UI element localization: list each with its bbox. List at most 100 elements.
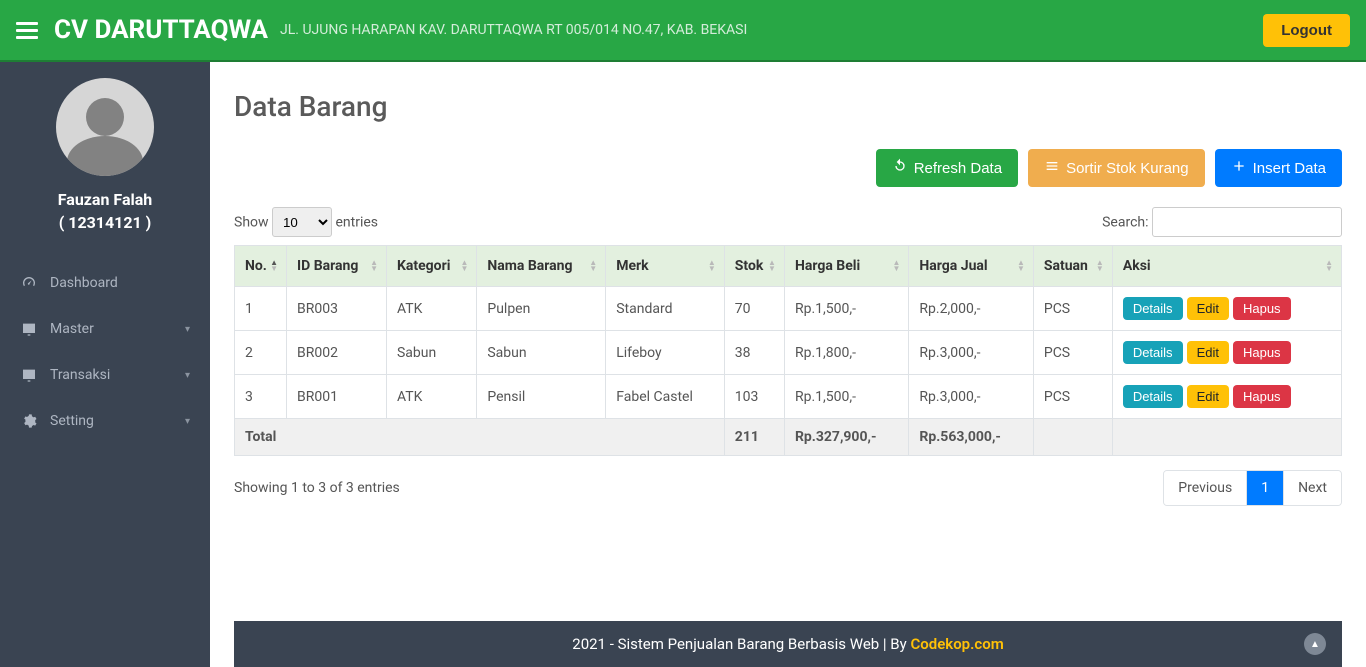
- table-cell: BR001: [287, 375, 387, 419]
- search-label: Search:: [1102, 215, 1148, 231]
- column-header[interactable]: Nama Barang▲▼: [477, 246, 606, 287]
- action-bar: Refresh Data Sortir Stok Kurang Insert D…: [234, 149, 1342, 187]
- column-header[interactable]: Merk▲▼: [606, 246, 725, 287]
- table-cell: 103: [724, 375, 784, 419]
- table-row: 2BR002SabunSabunLifeboy38Rp.1,800,-Rp.3,…: [235, 331, 1342, 375]
- column-header[interactable]: No.▲▼: [235, 246, 287, 287]
- footer-text: 2021 - Sistem Penjualan Barang Berbasis …: [572, 635, 910, 653]
- table-cell: 2: [235, 331, 287, 375]
- footer-link[interactable]: Codekop.com: [910, 635, 1003, 653]
- hapus-button[interactable]: Hapus: [1233, 297, 1291, 320]
- sort-icon: ▲▼: [768, 260, 776, 272]
- search-input[interactable]: [1152, 207, 1342, 237]
- refresh-icon: [892, 158, 908, 178]
- table-cell: PCS: [1033, 331, 1112, 375]
- column-header[interactable]: Harga Beli▲▼: [784, 246, 908, 287]
- chevron-up-icon: ▲: [1310, 639, 1320, 650]
- profile-id: ( 12314121 ): [0, 213, 210, 232]
- table-cell: Pulpen: [477, 287, 606, 331]
- scroll-top-button[interactable]: ▲: [1304, 633, 1326, 655]
- total-label: Total: [235, 419, 725, 456]
- pagination-page-1[interactable]: 1: [1246, 471, 1283, 505]
- list-icon: [1044, 158, 1060, 178]
- sidebar-item-dashboard[interactable]: Dashboard: [0, 260, 210, 306]
- details-button[interactable]: Details: [1123, 341, 1183, 364]
- table-cell: Sabun: [386, 331, 476, 375]
- sort-icon: ▲▼: [1096, 260, 1104, 272]
- page-title: Data Barang: [234, 90, 1342, 123]
- datatable-footer: Showing 1 to 3 of 3 entries Previous 1 N…: [234, 470, 1342, 506]
- column-header[interactable]: Kategori▲▼: [386, 246, 476, 287]
- total-jual: Rp.563,000,-: [909, 419, 1033, 456]
- pagination: Previous 1 Next: [1163, 470, 1342, 506]
- edit-button[interactable]: Edit: [1187, 297, 1229, 320]
- column-header[interactable]: Harga Jual▲▼: [909, 246, 1033, 287]
- desktop-icon: [20, 366, 38, 384]
- table-row: 3BR001ATKPensilFabel Castel103Rp.1,500,-…: [235, 375, 1342, 419]
- sort-icon: ▲▼: [1017, 260, 1025, 272]
- column-header[interactable]: Aksi▲▼: [1112, 246, 1341, 287]
- details-button[interactable]: Details: [1123, 385, 1183, 408]
- datatable-controls: Show 10 entries Search:: [234, 207, 1342, 237]
- sort-icon: ▲▼: [708, 260, 716, 272]
- profile-block: Fauzan Falah ( 12314121 ): [0, 62, 210, 250]
- table-cell: Standard: [606, 287, 725, 331]
- brand-title: CV DARUTTAQWA: [54, 15, 268, 45]
- menu-toggle-button[interactable]: [16, 22, 38, 39]
- pagination-next[interactable]: Next: [1283, 471, 1341, 505]
- sidebar-item-master[interactable]: Master ▾: [0, 306, 210, 352]
- edit-button[interactable]: Edit: [1187, 385, 1229, 408]
- details-button[interactable]: Details: [1123, 297, 1183, 320]
- sort-icon: ▲▼: [370, 260, 378, 272]
- sidebar-menu: Dashboard Master ▾ Transaksi ▾: [0, 250, 210, 454]
- insert-data-button[interactable]: Insert Data: [1215, 149, 1342, 187]
- hapus-button[interactable]: Hapus: [1233, 341, 1291, 364]
- datatable-info: Showing 1 to 3 of 3 entries: [234, 480, 400, 496]
- sidebar-item-label: Master: [50, 321, 94, 337]
- column-header[interactable]: ID Barang▲▼: [287, 246, 387, 287]
- main-content: Data Barang Refresh Data Sortir Stok Kur…: [210, 62, 1366, 667]
- table-cell: 3: [235, 375, 287, 419]
- table-cell: Rp.3,000,-: [909, 375, 1033, 419]
- brand-tagline: JL. UJUNG HARAPAN KAV. DARUTTAQWA RT 005…: [280, 22, 747, 38]
- pagination-prev[interactable]: Previous: [1164, 471, 1246, 505]
- avatar: [56, 78, 154, 176]
- column-header[interactable]: Satuan▲▼: [1033, 246, 1112, 287]
- table-cell: Sabun: [477, 331, 606, 375]
- sidebar-item-label: Transaksi: [50, 367, 110, 383]
- sort-icon: ▲▼: [589, 260, 597, 272]
- actions-cell: DetailsEditHapus: [1112, 287, 1341, 331]
- table-cell: Rp.1,800,-: [784, 331, 908, 375]
- table-cell: Rp.3,000,-: [909, 331, 1033, 375]
- plus-icon: [1231, 158, 1247, 178]
- actions-cell: DetailsEditHapus: [1112, 331, 1341, 375]
- refresh-data-button[interactable]: Refresh Data: [876, 149, 1018, 187]
- sidebar-item-label: Dashboard: [50, 275, 118, 291]
- column-header[interactable]: Stok▲▼: [724, 246, 784, 287]
- search-control: Search:: [1102, 207, 1342, 237]
- table-cell: 70: [724, 287, 784, 331]
- table-cell: ATK: [386, 287, 476, 331]
- sidebar-item-setting[interactable]: Setting ▾: [0, 398, 210, 444]
- length-select[interactable]: 10: [272, 207, 332, 237]
- table-cell: PCS: [1033, 287, 1112, 331]
- sidebar-item-transaksi[interactable]: Transaksi ▾: [0, 352, 210, 398]
- sidebar: Fauzan Falah ( 12314121 ) Dashboard Mast…: [0, 62, 210, 667]
- chevron-down-icon: ▾: [185, 370, 190, 381]
- table-cell: BR003: [287, 287, 387, 331]
- length-label-pre: Show: [234, 215, 269, 231]
- sidebar-item-label: Setting: [50, 413, 94, 429]
- edit-button[interactable]: Edit: [1187, 341, 1229, 364]
- chevron-down-icon: ▾: [185, 324, 190, 335]
- table-cell: Fabel Castel: [606, 375, 725, 419]
- chevron-down-icon: ▾: [185, 416, 190, 427]
- table-cell: BR002: [287, 331, 387, 375]
- logout-button[interactable]: Logout: [1263, 14, 1350, 47]
- sortir-stok-button[interactable]: Sortir Stok Kurang: [1028, 149, 1205, 187]
- table-cell: Rp.2,000,-: [909, 287, 1033, 331]
- table-cell: Rp.1,500,-: [784, 287, 908, 331]
- table-cell: 1: [235, 287, 287, 331]
- table-cell: 38: [724, 331, 784, 375]
- hapus-button[interactable]: Hapus: [1233, 385, 1291, 408]
- sort-icon: ▲▼: [270, 260, 278, 272]
